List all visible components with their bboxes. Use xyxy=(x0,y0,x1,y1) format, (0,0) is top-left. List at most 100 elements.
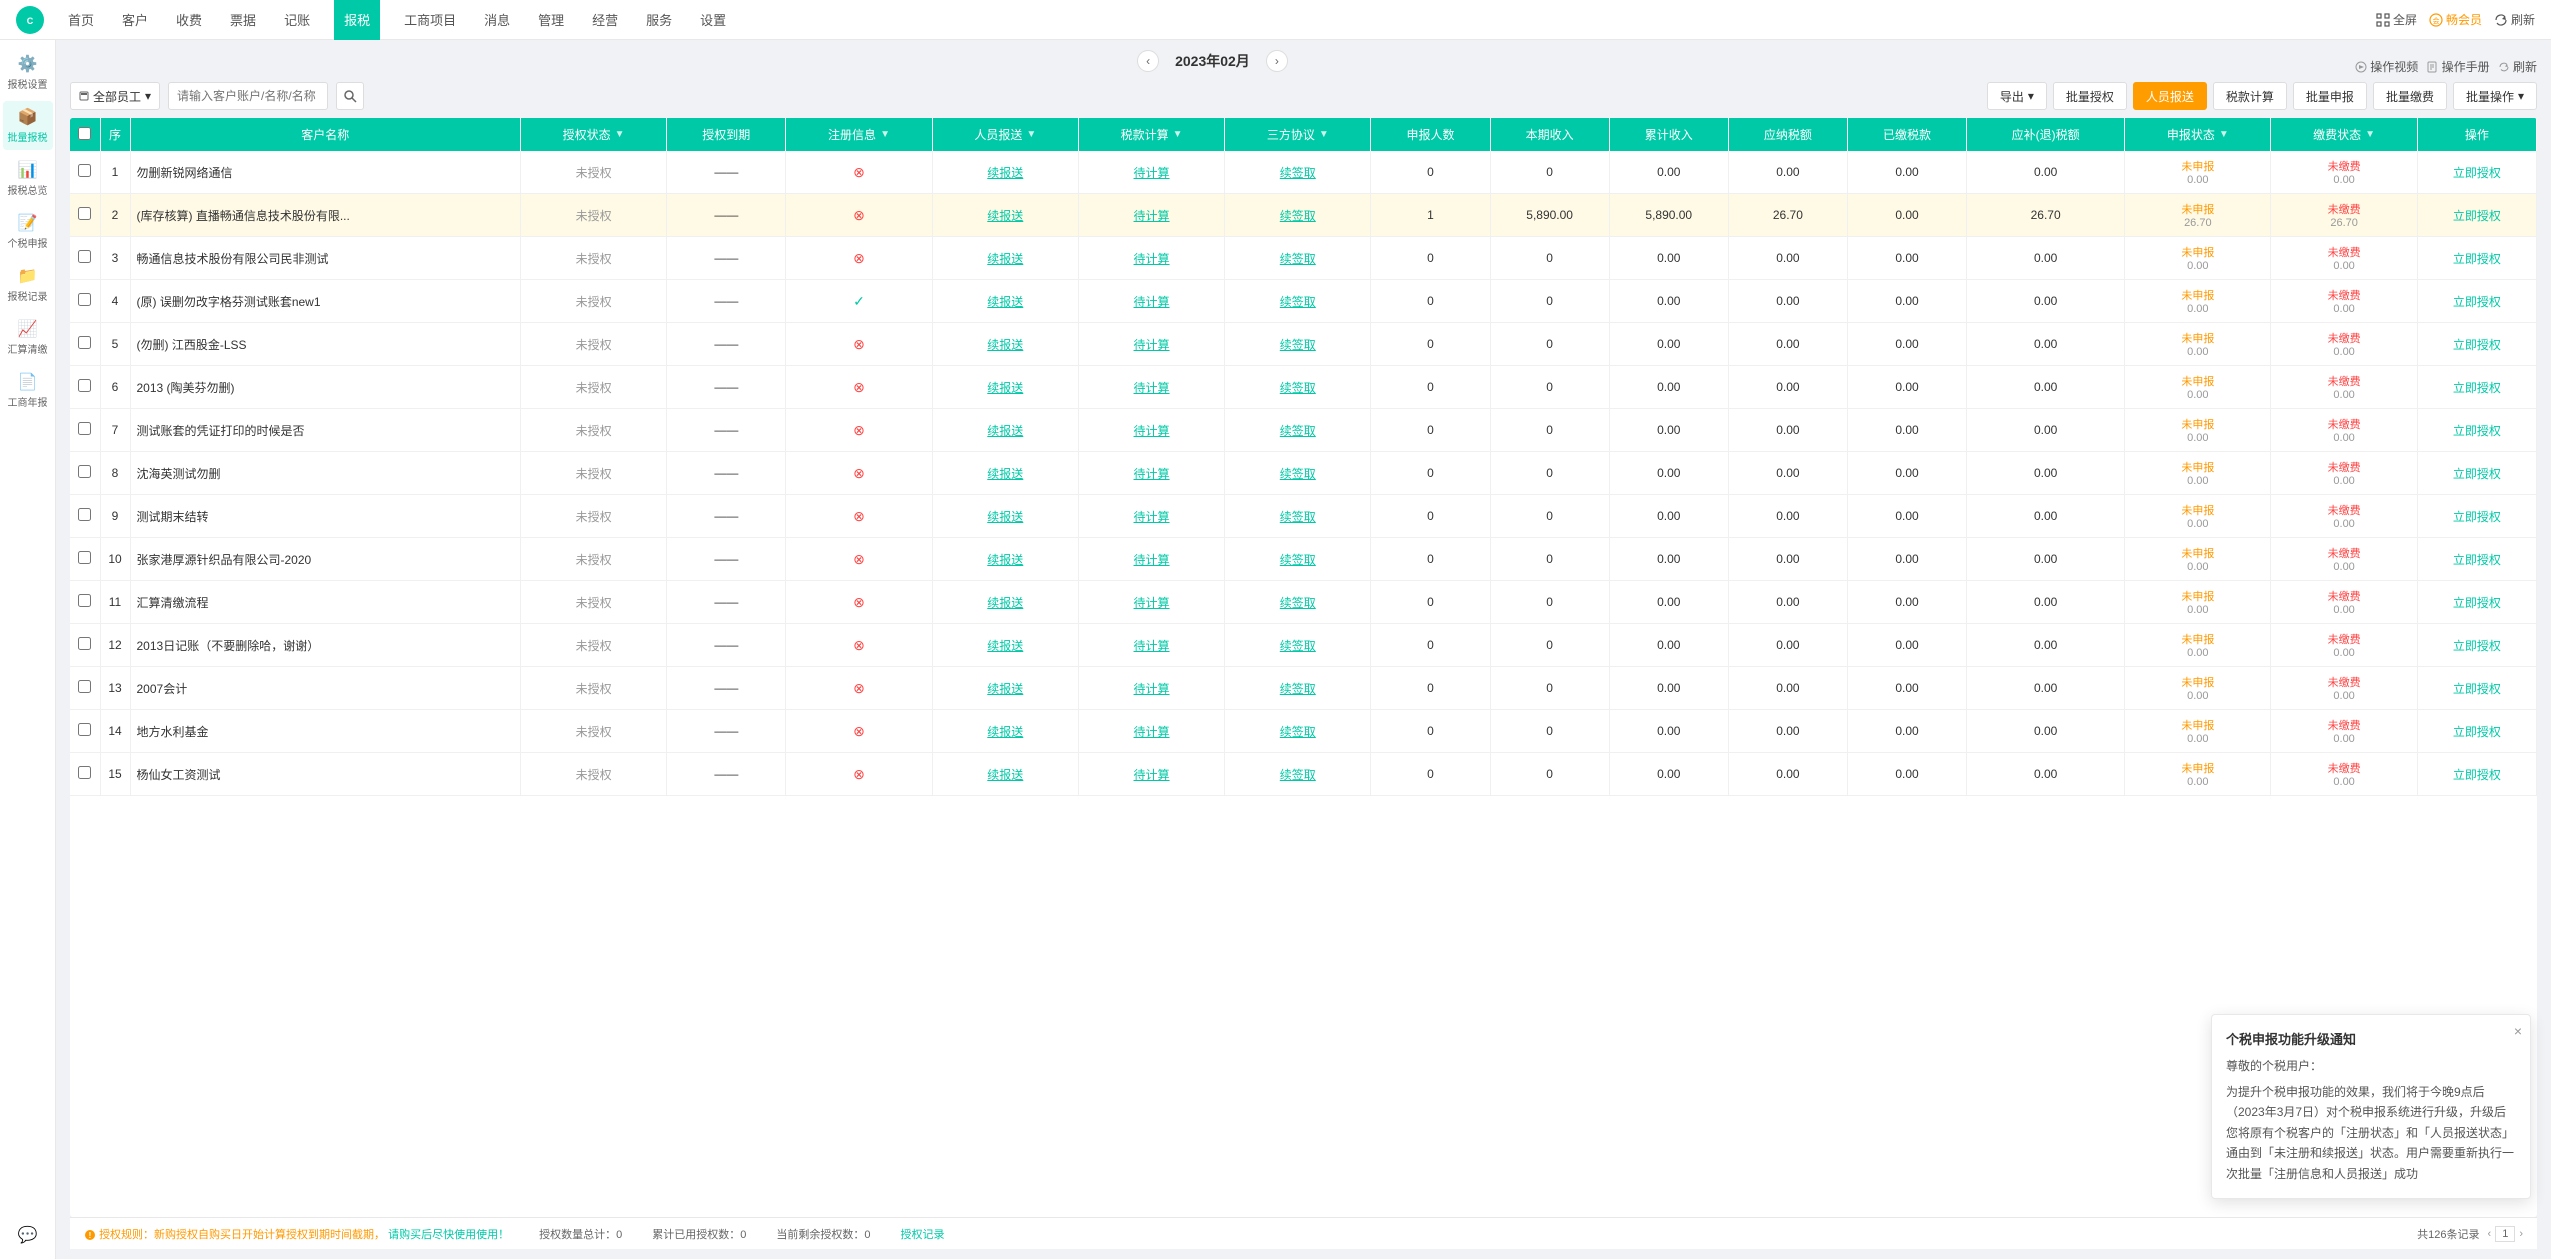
row-checkbox-cell[interactable] xyxy=(70,624,100,667)
row-checkbox[interactable] xyxy=(78,637,91,650)
row-checkbox-cell[interactable] xyxy=(70,280,100,323)
row-checkbox-cell[interactable] xyxy=(70,323,100,366)
tax-calc-cell[interactable]: 待计算 xyxy=(1078,366,1224,409)
tax-calc-cell[interactable]: 待计算 xyxy=(1078,710,1224,753)
nav-settings[interactable]: 设置 xyxy=(696,0,730,40)
row-checkbox-cell[interactable] xyxy=(70,194,100,237)
action-cell[interactable]: 立即授权 xyxy=(2417,710,2536,753)
notification-close-btn[interactable]: × xyxy=(2514,1023,2522,1039)
export-btn[interactable]: 导出 ▾ xyxy=(1987,82,2047,110)
action-cell[interactable]: 立即授权 xyxy=(2417,409,2536,452)
prev-page-btn[interactable]: ‹ xyxy=(2488,1228,2492,1240)
action-cell[interactable]: 立即授权 xyxy=(2417,495,2536,538)
batch-submit-btn[interactable]: 批量申报 xyxy=(2293,82,2367,110)
tax-calc-cell[interactable]: 待计算 xyxy=(1078,237,1224,280)
nav-invoice[interactable]: 票据 xyxy=(226,0,260,40)
tax-calc-cell[interactable]: 待计算 xyxy=(1078,280,1224,323)
row-checkbox[interactable] xyxy=(78,508,91,521)
triparty-cell[interactable]: 续签取 xyxy=(1225,624,1371,667)
sidebar-item-tax-overview[interactable]: 📊 报税总览 xyxy=(3,154,53,203)
tax-calc-cell[interactable]: 待计算 xyxy=(1078,538,1224,581)
action-cell[interactable]: 立即授权 xyxy=(2417,581,2536,624)
staff-report-cell[interactable]: 续报送 xyxy=(932,409,1078,452)
triparty-cell[interactable]: 续签取 xyxy=(1225,409,1371,452)
triparty-cell[interactable]: 续签取 xyxy=(1225,280,1371,323)
staff-report-btn[interactable]: 人员报送 xyxy=(2133,82,2207,110)
nav-customer[interactable]: 客户 xyxy=(118,0,152,40)
tax-calc-cell[interactable]: 待计算 xyxy=(1078,452,1224,495)
row-checkbox-cell[interactable] xyxy=(70,495,100,538)
row-checkbox-cell[interactable] xyxy=(70,581,100,624)
triparty-cell[interactable]: 续签取 xyxy=(1225,237,1371,280)
operation-video-link[interactable]: 操作视频 xyxy=(2355,58,2418,75)
prev-month-btn[interactable]: ‹ xyxy=(1137,50,1159,72)
row-checkbox-cell[interactable] xyxy=(70,151,100,194)
nav-service[interactable]: 服务 xyxy=(642,0,676,40)
member-btn[interactable]: 会 畅会员 xyxy=(2429,11,2482,28)
nav-billing[interactable]: 收费 xyxy=(172,0,206,40)
next-month-btn[interactable]: › xyxy=(1266,50,1288,72)
sidebar-item-tax-settings[interactable]: ⚙️ 报税设置 xyxy=(3,48,53,97)
triparty-cell[interactable]: 续签取 xyxy=(1225,495,1371,538)
sidebar-item-annual-clear[interactable]: 📈 汇算清缴 xyxy=(3,313,53,362)
triparty-cell[interactable]: 续签取 xyxy=(1225,323,1371,366)
batch-ops-btn[interactable]: 批量操作 ▾ xyxy=(2453,82,2537,110)
triparty-cell[interactable]: 续签取 xyxy=(1225,667,1371,710)
nav-manage[interactable]: 管理 xyxy=(534,0,568,40)
sidebar-item-batch-tax[interactable]: 📦 批量报税 xyxy=(3,101,53,150)
row-checkbox[interactable] xyxy=(78,422,91,435)
nav-home[interactable]: 首页 xyxy=(64,0,98,40)
customer-search-input[interactable] xyxy=(168,82,328,110)
action-cell[interactable]: 立即授权 xyxy=(2417,667,2536,710)
tax-calc-cell[interactable]: 待计算 xyxy=(1078,194,1224,237)
triparty-cell[interactable]: 续签取 xyxy=(1225,452,1371,495)
action-cell[interactable]: 立即授权 xyxy=(2417,452,2536,495)
tax-calc-cell[interactable]: 待计算 xyxy=(1078,323,1224,366)
row-checkbox[interactable] xyxy=(78,465,91,478)
staff-report-cell[interactable]: 续报送 xyxy=(932,624,1078,667)
row-checkbox[interactable] xyxy=(78,207,91,220)
sidebar-item-annual-report[interactable]: 📄 工商年报 xyxy=(3,366,53,415)
row-checkbox-cell[interactable] xyxy=(70,538,100,581)
nav-business[interactable]: 工商项目 xyxy=(400,0,460,40)
staff-report-cell[interactable]: 续报送 xyxy=(932,495,1078,538)
triparty-cell[interactable]: 续签取 xyxy=(1225,753,1371,796)
staff-report-cell[interactable]: 续报送 xyxy=(932,323,1078,366)
staff-report-cell[interactable]: 续报送 xyxy=(932,710,1078,753)
staff-report-cell[interactable]: 续报送 xyxy=(932,538,1078,581)
staff-report-cell[interactable]: 续报送 xyxy=(932,366,1078,409)
row-checkbox[interactable] xyxy=(78,336,91,349)
staff-report-cell[interactable]: 续报送 xyxy=(932,237,1078,280)
operation-manual-link[interactable]: 操作手册 xyxy=(2426,58,2489,75)
search-button[interactable] xyxy=(336,82,364,110)
staff-report-cell[interactable]: 续报送 xyxy=(932,753,1078,796)
row-checkbox-cell[interactable] xyxy=(70,710,100,753)
nav-accounting[interactable]: 记账 xyxy=(280,0,314,40)
auth-link[interactable]: 请购买后尽快使用使用！ xyxy=(388,1229,509,1241)
row-checkbox-cell[interactable] xyxy=(70,237,100,280)
action-cell[interactable]: 立即授权 xyxy=(2417,323,2536,366)
fullscreen-btn[interactable]: 全屏 xyxy=(2376,11,2417,28)
row-checkbox[interactable] xyxy=(78,293,91,306)
row-checkbox[interactable] xyxy=(78,594,91,607)
sidebar-item-personal-tax[interactable]: 📝 个税申报 xyxy=(3,207,53,256)
staff-report-cell[interactable]: 续报送 xyxy=(932,151,1078,194)
batch-fee-btn[interactable]: 批量缴费 xyxy=(2373,82,2447,110)
triparty-cell[interactable]: 续签取 xyxy=(1225,194,1371,237)
row-checkbox-cell[interactable] xyxy=(70,667,100,710)
nav-operation[interactable]: 经营 xyxy=(588,0,622,40)
action-cell[interactable]: 立即授权 xyxy=(2417,366,2536,409)
action-cell[interactable]: 立即授权 xyxy=(2417,237,2536,280)
action-cell[interactable]: 立即授权 xyxy=(2417,194,2536,237)
staff-report-cell[interactable]: 续报送 xyxy=(932,280,1078,323)
action-cell[interactable]: 立即授权 xyxy=(2417,280,2536,323)
action-cell[interactable]: 立即授权 xyxy=(2417,151,2536,194)
action-cell[interactable]: 立即授权 xyxy=(2417,538,2536,581)
tax-calc-cell[interactable]: 待计算 xyxy=(1078,151,1224,194)
tax-calc-cell[interactable]: 待计算 xyxy=(1078,581,1224,624)
row-checkbox[interactable] xyxy=(78,551,91,564)
triparty-cell[interactable]: 续签取 xyxy=(1225,366,1371,409)
action-cell[interactable]: 立即授权 xyxy=(2417,753,2536,796)
row-checkbox-cell[interactable] xyxy=(70,409,100,452)
select-all-checkbox[interactable] xyxy=(78,127,91,140)
